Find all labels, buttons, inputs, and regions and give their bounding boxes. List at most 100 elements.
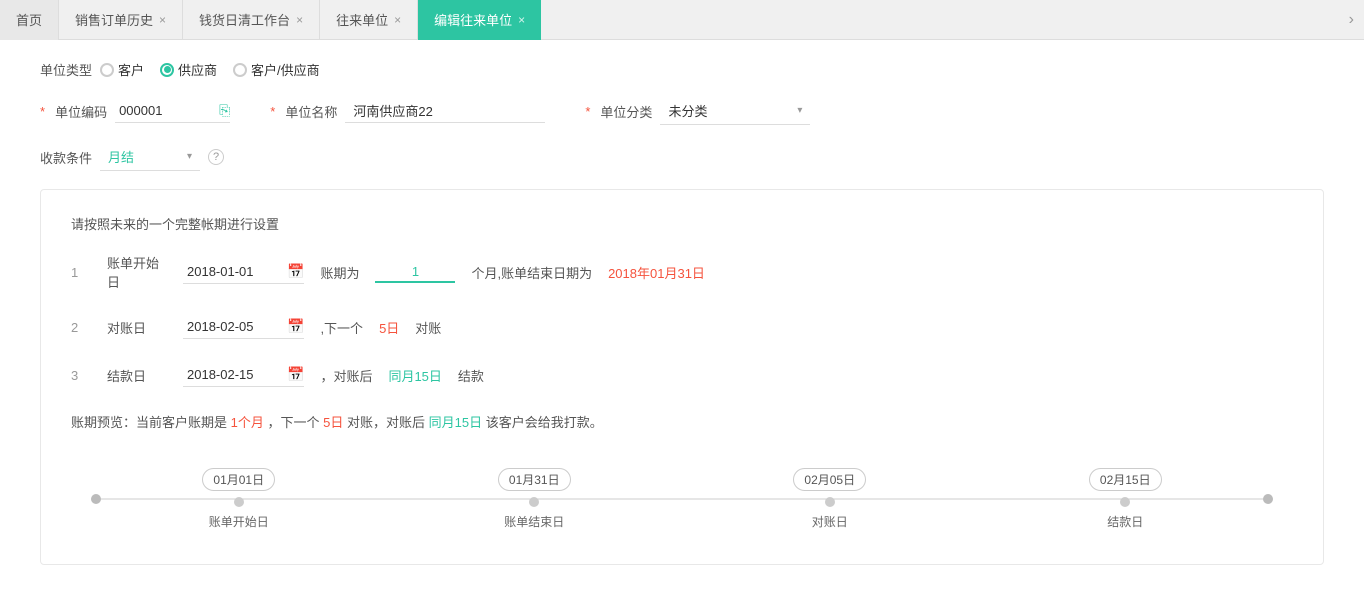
payment-condition-group: 收款条件 月结 ▾ ? [40,143,224,171]
node-sublabel-3: 对账日 [812,513,848,530]
radio-supplier[interactable]: 供应商 [160,60,217,79]
setting-row-1: 1 账单开始日 2018-01-01 📅 账期为 个月,账单结束日期为 2018… [71,253,1293,291]
timeline-node-1: 01月01日 账单开始日 [91,468,387,530]
copy-icon[interactable]: ⎘ [219,102,230,119]
payment-date-input[interactable]: 2018-02-15 [183,363,283,386]
calendar-icon[interactable]: 📅 [287,318,304,335]
tab-label: 销售订单历史 [75,10,153,29]
step-3: 3 [71,368,91,383]
node-sublabel-4: 结款日 [1107,513,1143,530]
reconcile-highlight: 5日 [379,318,399,337]
dropdown-arrow-icon: ▾ [797,105,802,116]
unit-code-input-wrapper: 000001 ⎘ [115,99,230,123]
main-content: 单位类型 客户 供应商 客户/供应商 * 单位编码 [0,40,1364,608]
tab-more-button[interactable]: › [1339,11,1364,29]
radio-supplier-circle [160,63,174,77]
timeline-end-dot [1263,494,1273,504]
node-label-2: 01月31日 [498,468,571,491]
setting-row-2: 2 对账日 2018-02-05 📅 ,下一个 5日 对账 [71,315,1293,339]
settings-title: 请按照未来的一个完整帐期进行设置 [71,214,1293,233]
tab-sales-order-history[interactable]: 销售订单历史 × [59,0,183,40]
radio-customer-supplier[interactable]: 客户/供应商 [233,60,320,79]
payment-prefix: ，对账后 [320,366,372,385]
radio-cs-label: 客户/供应商 [251,60,320,79]
node-sublabel-2: 账单结束日 [504,513,564,530]
preview-prefix: 账期预览：当前客户账期是 [71,415,227,430]
payment-suffix: 结款 [458,366,484,385]
preview-orange2: 5日 [323,415,343,430]
unit-category-select[interactable]: 未分类 ▾ [660,97,810,125]
period-prefix: 账期为 [320,263,359,282]
end-date-highlight: 2018年01月31日 [608,263,705,282]
unit-name-group: * 单位名称 河南供应商22 [270,99,545,123]
timeline-node-3: 02月05日 对账日 [682,468,978,530]
reconcile-prefix: ,下一个 [320,318,363,337]
radio-customer-circle [100,63,114,77]
unit-code-label: 单位编码 [55,102,107,121]
reconcile-suffix: 对账 [415,318,441,337]
tab-label: 钱货日清工作台 [199,10,290,29]
tab-cash-goods-workbench[interactable]: 钱货日清工作台 × [183,0,320,40]
help-icon[interactable]: ? [208,149,224,165]
payment-highlight: 同月15日 [388,366,441,385]
radio-group: 客户 供应商 客户/供应商 [100,60,320,79]
setting-name-2: 对账日 [107,318,167,337]
required-star: * [585,104,590,119]
unit-code-input[interactable]: 000001 [115,99,215,122]
tab-partner-unit[interactable]: 往来单位 × [320,0,418,40]
timeline-node-2: 01月31日 账单结束日 [387,468,683,530]
period-suffix: 个月,账单结束日期为 [471,263,592,282]
tab-home-label: 首页 [16,10,42,29]
close-icon[interactable]: × [296,14,303,26]
start-date-input-wrapper: 2018-01-01 📅 [183,260,304,284]
setting-row-3: 3 结款日 2018-02-15 📅 ，对账后 同月15日 结款 [71,363,1293,387]
preview-mid2: 对账，对账后 [347,415,425,430]
radio-customer-label: 客户 [118,60,144,79]
reconcile-date-input-wrapper: 2018-02-05 📅 [183,315,304,339]
node-dot-4 [1120,497,1130,507]
close-icon[interactable]: × [394,14,401,26]
node-dot-2 [529,497,539,507]
node-label-1: 01月01日 [202,468,275,491]
radio-customer[interactable]: 客户 [100,60,144,79]
period-input[interactable] [375,262,455,283]
tab-label: 往来单位 [336,10,388,29]
start-date-input[interactable]: 2018-01-01 [183,260,283,283]
payment-condition-select[interactable]: 月结 ▾ [100,143,200,171]
preview-section: 账期预览：当前客户账期是 1个月 ，下一个 5日 对账，对账后 同月15日 该客… [71,411,1293,540]
preview-cyan1: 同月15日 [429,415,482,430]
payment-row: 收款条件 月结 ▾ ? [40,143,1324,171]
unit-code-group: * 单位编码 000001 ⎘ [40,99,230,123]
radio-supplier-label: 供应商 [178,60,217,79]
tab-edit-partner-unit[interactable]: 编辑往来单位 × [418,0,541,40]
unit-category-label: 单位分类 [600,102,652,121]
tab-label: 编辑往来单位 [434,10,512,29]
preview-suffix: 该客户会给我打款。 [486,415,603,430]
unit-type-group: 单位类型 客户 供应商 客户/供应商 [40,60,320,79]
node-sublabel-1: 账单开始日 [209,513,269,530]
close-icon[interactable]: × [518,14,525,26]
dropdown-arrow-icon: ▾ [187,151,192,162]
node-label-3: 02月05日 [793,468,866,491]
payment-date-input-wrapper: 2018-02-15 📅 [183,363,304,387]
preview-text: 账期预览：当前客户账期是 1个月 ，下一个 5日 对账，对账后 同月15日 该客… [71,411,1293,434]
preview-mid1: ，下一个 [268,415,320,430]
calendar-icon[interactable]: 📅 [287,366,304,383]
step-2: 2 [71,320,91,335]
required-star: * [270,104,275,119]
reconcile-date-input[interactable]: 2018-02-05 [183,315,283,338]
unit-info-row: * 单位编码 000001 ⎘ * 单位名称 河南供应商22 * 单位分类 未分… [40,97,1324,125]
unit-name-input[interactable]: 河南供应商22 [345,99,545,123]
unit-category-group: * 单位分类 未分类 ▾ [585,97,810,125]
timeline-start-dot [91,494,101,504]
setting-name-1: 账单开始日 [107,253,167,291]
calendar-icon[interactable]: 📅 [287,263,304,280]
node-dot-1 [234,497,244,507]
unit-name-label: 单位名称 [285,102,337,121]
tab-home[interactable]: 首页 [0,0,59,40]
step-1: 1 [71,265,91,280]
timeline: 01月01日 账单开始日 01月31日 账单结束日 02月05日 对账日 [71,458,1293,540]
close-icon[interactable]: × [159,14,166,26]
unit-category-value: 未分类 [668,101,707,120]
radio-cs-circle [233,63,247,77]
